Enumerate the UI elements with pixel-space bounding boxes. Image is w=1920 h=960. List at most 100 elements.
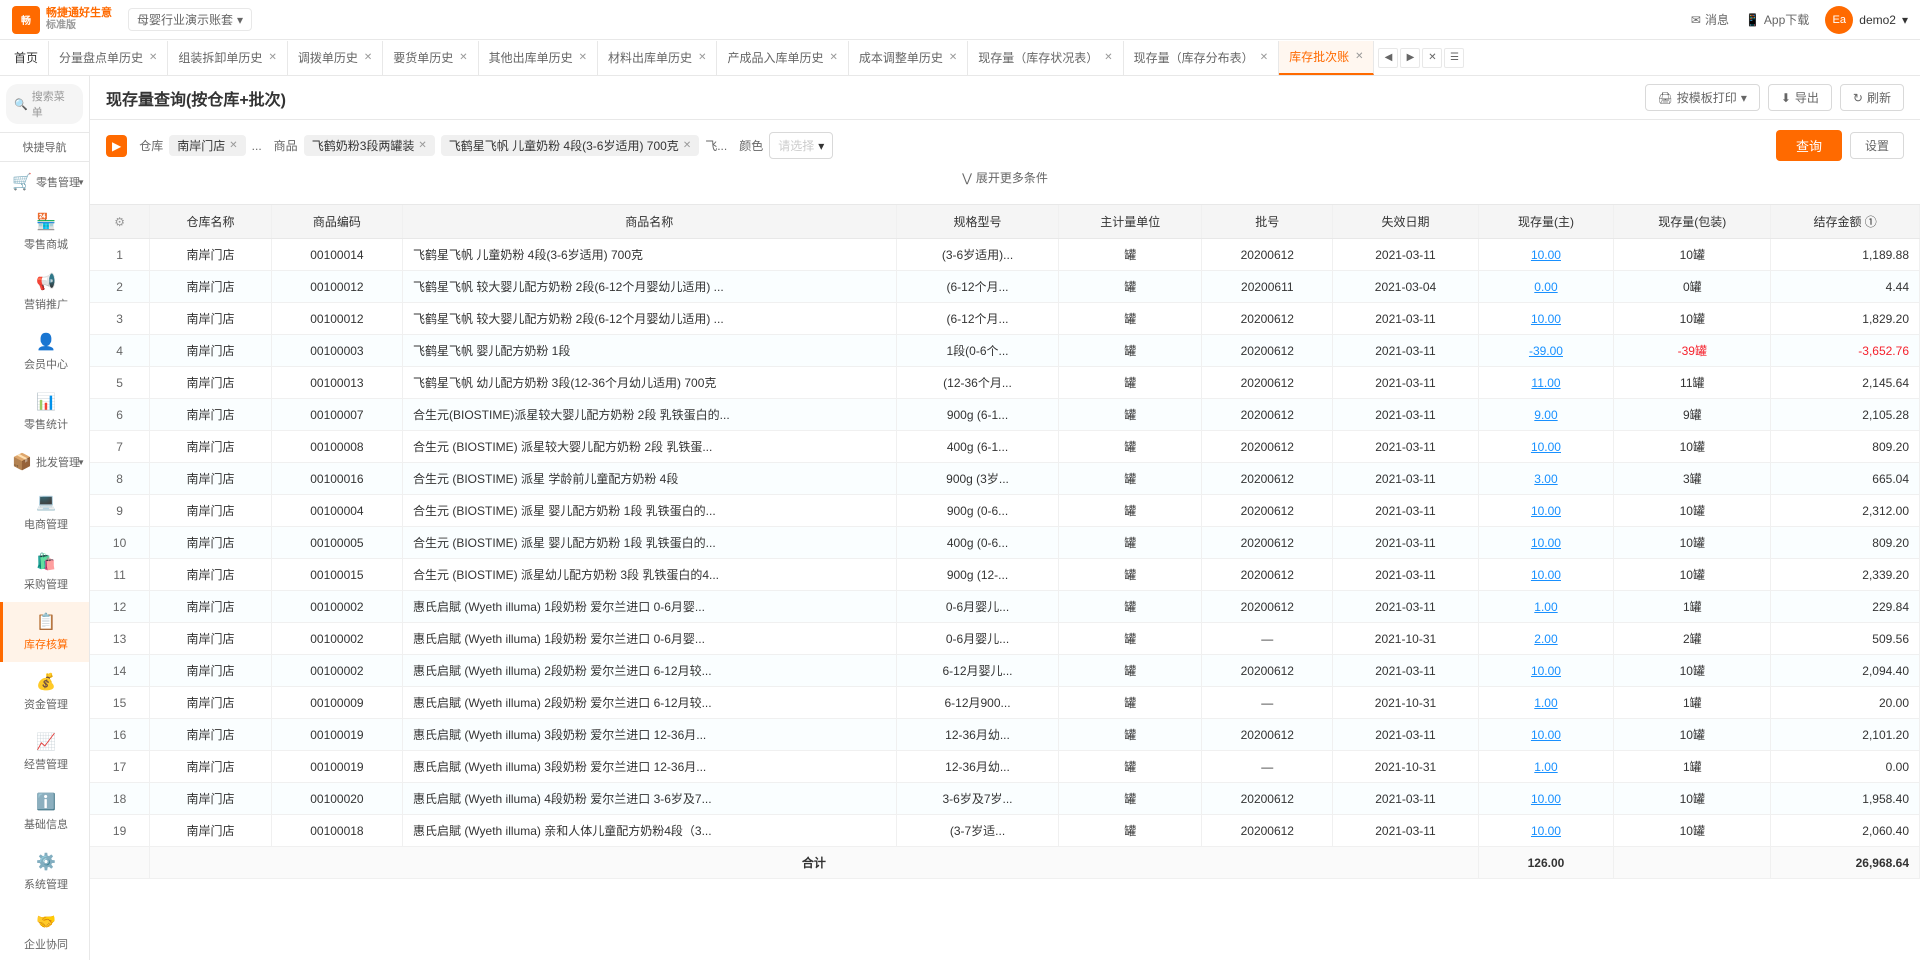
row-qty-main[interactable]: 10.00 xyxy=(1478,431,1614,463)
table-row: 7 南岸门店 00100008 合生元 (BIOSTIME) 派星较大婴儿配方奶… xyxy=(90,431,1920,463)
setting-btn[interactable]: 设置 xyxy=(1850,132,1904,159)
row-code: 00100004 xyxy=(271,495,402,527)
sidebar-item-member[interactable]: 👤 会员中心 xyxy=(0,322,89,382)
row-spec: (6-12个月... xyxy=(896,303,1059,335)
tab-fenpan[interactable]: 分量盘点单历史 ✕ xyxy=(49,41,168,75)
row-qty-main[interactable]: 10.00 xyxy=(1478,495,1614,527)
app-download-btn[interactable]: 📱 App下载 xyxy=(1745,11,1809,28)
color-select[interactable]: 请选择 ▾ xyxy=(769,132,833,159)
tab-home[interactable]: 首页 xyxy=(4,41,49,75)
tab-nav-right[interactable]: ▶ xyxy=(1400,48,1420,68)
row-qty-pack: 10罐 xyxy=(1614,527,1771,559)
tab-xiancun2[interactable]: 现存量（库存分布表） ✕ xyxy=(1124,41,1279,75)
search-menu-box[interactable]: 🔍 搜索菜单 xyxy=(6,84,83,124)
tab-close-fenpan[interactable]: ✕ xyxy=(149,52,157,63)
row-qty-main[interactable]: 10.00 xyxy=(1478,719,1614,751)
tab-close-kucun-pici[interactable]: ✕ xyxy=(1355,51,1363,62)
tab-close-yaohuo[interactable]: ✕ xyxy=(459,52,467,63)
sidebar-item-ecommerce[interactable]: 💻 电商管理 xyxy=(0,482,89,542)
sidebar-item-wholesale[interactable]: 📦 批发管理 xyxy=(0,442,89,482)
row-num: 18 xyxy=(90,783,150,815)
search-btn[interactable]: 查询 xyxy=(1776,130,1842,161)
row-qty-main[interactable]: 10.00 xyxy=(1478,783,1614,815)
tab-tiaob[interactable]: 调拨单历史 ✕ xyxy=(288,41,383,75)
row-qty-main[interactable]: 1.00 xyxy=(1478,591,1614,623)
sidebar-shortcut[interactable]: 快捷导航 xyxy=(0,133,89,162)
sidebar-item-operation[interactable]: 📈 经营管理 xyxy=(0,722,89,782)
goods-tag-1[interactable]: 飞鹤奶粉3段两罐装 ✕ xyxy=(304,135,435,156)
row-qty-main[interactable]: 9.00 xyxy=(1478,399,1614,431)
tab-close-xiancun2[interactable]: ✕ xyxy=(1260,52,1268,63)
tab-close-cailiao[interactable]: ✕ xyxy=(698,52,706,63)
row-qty-main[interactable]: 10.00 xyxy=(1478,815,1614,847)
row-qty-main[interactable]: 3.00 xyxy=(1478,463,1614,495)
print-btn[interactable]: 🖨 按模板打印 ▾ xyxy=(1645,84,1760,111)
summary-label: 合计 xyxy=(150,847,1478,879)
sidebar-item-system[interactable]: ⚙️ 系统管理 xyxy=(0,842,89,902)
row-qty-pack: 10罐 xyxy=(1614,719,1771,751)
tab-close-zuhe[interactable]: ✕ xyxy=(268,52,276,63)
tab-zuhe[interactable]: 组装拆卸单历史 ✕ xyxy=(168,41,287,75)
tab-close-tiaob[interactable]: ✕ xyxy=(364,52,372,63)
row-qty-main[interactable]: 10.00 xyxy=(1478,527,1614,559)
row-qty-main[interactable]: -39.00 xyxy=(1478,335,1614,367)
tab-close-chengben[interactable]: ✕ xyxy=(949,52,957,63)
goods-tag-1-close[interactable]: ✕ xyxy=(418,140,426,151)
row-qty-main[interactable]: 10.00 xyxy=(1478,303,1614,335)
tab-nav-menu[interactable]: ☰ xyxy=(1444,48,1464,68)
message-btn[interactable]: ✉ 消息 xyxy=(1691,11,1729,28)
table-header-row: ⚙ 仓库名称 商品编码 商品名称 规格型号 主计量单位 批号 失效日期 现存量(… xyxy=(90,205,1920,239)
row-expire: 2021-10-31 xyxy=(1333,623,1478,655)
row-spec: 6-12月婴儿... xyxy=(896,655,1059,687)
user-profile[interactable]: Ea demo2 ▾ xyxy=(1825,6,1908,34)
expand-conditions-btn[interactable]: ⋁ 展开更多条件 xyxy=(962,169,1048,186)
tab-kucun-pici[interactable]: 库存批次账 ✕ xyxy=(1279,41,1374,75)
tab-chengben[interactable]: 成本调整单历史 ✕ xyxy=(849,41,968,75)
warehouse-tag-close[interactable]: ✕ xyxy=(229,140,237,151)
tab-yaohuo[interactable]: 要货单历史 ✕ xyxy=(383,41,478,75)
tab-xiancun1[interactable]: 现存量（库存状况表） ✕ xyxy=(968,41,1123,75)
row-qty-main[interactable]: 2.00 xyxy=(1478,623,1614,655)
sidebar-item-retail-mall[interactable]: 🏪 零售商城 xyxy=(0,202,89,262)
tab-nav-close[interactable]: ✕ xyxy=(1422,48,1442,68)
ecommerce-icon: 💻 xyxy=(36,492,56,512)
row-qty-main[interactable]: 1.00 xyxy=(1478,687,1614,719)
tab-close-xiancun1[interactable]: ✕ xyxy=(1104,52,1112,63)
tab-nav-left[interactable]: ◀ xyxy=(1378,48,1398,68)
sidebar-item-finance[interactable]: 💰 资金管理 xyxy=(0,662,89,722)
goods-tag-2[interactable]: 飞鹤星飞帆 儿童奶粉 4段(3-6岁适用) 700克 ✕ xyxy=(441,135,699,156)
row-qty-main[interactable]: 10.00 xyxy=(1478,559,1614,591)
row-name: 惠氏启賦 (Wyeth illuma) 1段奶粉 爱尔兰进口 0-6月婴... xyxy=(402,591,896,623)
tab-close-chengpin[interactable]: ✕ xyxy=(829,52,837,63)
sidebar-item-purchase[interactable]: 🛍️ 采购管理 xyxy=(0,542,89,602)
row-qty-main[interactable]: 1.00 xyxy=(1478,751,1614,783)
row-spec: 0-6月婴儿... xyxy=(896,623,1059,655)
warehouse-tag-nanan[interactable]: 南岸门店 ✕ xyxy=(169,135,245,156)
refresh-btn[interactable]: ↻ 刷新 xyxy=(1840,84,1904,111)
goods-tag-2-close[interactable]: ✕ xyxy=(683,140,691,151)
row-qty-main[interactable]: 0.00 xyxy=(1478,271,1614,303)
col-gear[interactable]: ⚙ xyxy=(90,205,150,239)
tab-cailiao[interactable]: 材料出库单历史 ✕ xyxy=(598,41,717,75)
row-spec: 900g (12-... xyxy=(896,559,1059,591)
tab-close-qita[interactable]: ✕ xyxy=(579,52,587,63)
sidebar-item-retail-stats[interactable]: 📊 零售统计 xyxy=(0,382,89,442)
export-btn[interactable]: ⬇ 导出 xyxy=(1768,84,1832,111)
tab-qita[interactable]: 其他出库单历史 ✕ xyxy=(479,41,598,75)
sidebar-item-retail-mgmt[interactable]: 🛒 零售管理 xyxy=(0,162,89,202)
workspace-selector[interactable]: 母婴行业演示账套 ▾ xyxy=(128,8,252,31)
sidebar-item-inventory[interactable]: 📋 库存核算 xyxy=(0,602,89,662)
sidebar-item-basic-info[interactable]: ℹ️ 基础信息 xyxy=(0,782,89,842)
row-qty-main[interactable]: 10.00 xyxy=(1478,239,1614,271)
filter-toggle-btn[interactable]: ▶ xyxy=(106,135,127,157)
row-spec: (12-36个月... xyxy=(896,367,1059,399)
row-qty-pack: 10罐 xyxy=(1614,655,1771,687)
sidebar-item-enterprise[interactable]: 🤝 企业协同 xyxy=(0,902,89,960)
row-code: 00100003 xyxy=(271,335,402,367)
sidebar-item-marketing[interactable]: 📢 营销推广 xyxy=(0,262,89,322)
row-qty-main[interactable]: 10.00 xyxy=(1478,655,1614,687)
row-qty-main[interactable]: 11.00 xyxy=(1478,367,1614,399)
sidebar-search-area[interactable]: 🔍 搜索菜单 xyxy=(0,76,89,133)
tab-chengpin[interactable]: 产成品入库单历史 ✕ xyxy=(717,41,848,75)
row-qty-pack: 10罐 xyxy=(1614,783,1771,815)
